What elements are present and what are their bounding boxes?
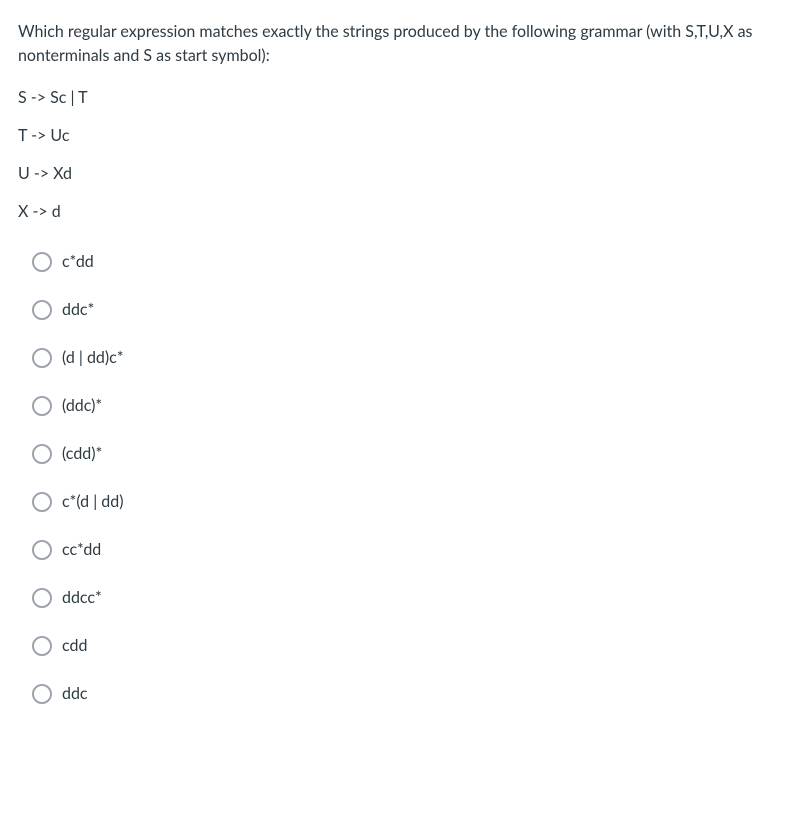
radio-button[interactable] <box>32 300 52 320</box>
question-prompt: Which regular expression matches exactly… <box>18 20 770 68</box>
grammar-rule: X -> d <box>18 200 770 224</box>
option-label: c*(d | dd) <box>62 492 124 511</box>
radio-button[interactable] <box>32 588 52 608</box>
grammar-rule: S -> Sc | T <box>18 86 770 110</box>
option-label: (d | dd)c* <box>62 348 124 367</box>
radio-button[interactable] <box>32 684 52 704</box>
option-row[interactable]: (cdd)* <box>32 444 770 464</box>
option-label: (ddc)* <box>62 396 102 415</box>
option-label: ddc <box>62 684 88 703</box>
option-row[interactable]: ddcc* <box>32 588 770 608</box>
option-label: ddcc* <box>62 588 102 607</box>
grammar-rule: U -> Xd <box>18 162 770 186</box>
radio-button[interactable] <box>32 492 52 512</box>
radio-button[interactable] <box>32 348 52 368</box>
option-row[interactable]: cdd <box>32 636 770 656</box>
radio-button[interactable] <box>32 396 52 416</box>
option-row[interactable]: c*dd <box>32 252 770 272</box>
option-label: cdd <box>62 636 87 655</box>
radio-button[interactable] <box>32 252 52 272</box>
option-label: cc*dd <box>62 540 101 559</box>
option-row[interactable]: ddc* <box>32 300 770 320</box>
option-row[interactable]: cc*dd <box>32 540 770 560</box>
option-label: c*dd <box>62 252 94 271</box>
option-row[interactable]: (d | dd)c* <box>32 348 770 368</box>
grammar-rules: S -> Sc | T T -> Uc U -> Xd X -> d <box>18 86 770 224</box>
option-row[interactable]: c*(d | dd) <box>32 492 770 512</box>
option-row[interactable]: ddc <box>32 684 770 704</box>
radio-button[interactable] <box>32 444 52 464</box>
options-list: c*dd ddc* (d | dd)c* (ddc)* (cdd)* c*(d … <box>18 252 770 704</box>
radio-button[interactable] <box>32 540 52 560</box>
option-label: ddc* <box>62 300 94 319</box>
option-label: (cdd)* <box>62 444 102 463</box>
radio-button[interactable] <box>32 636 52 656</box>
grammar-rule: T -> Uc <box>18 124 770 148</box>
option-row[interactable]: (ddc)* <box>32 396 770 416</box>
